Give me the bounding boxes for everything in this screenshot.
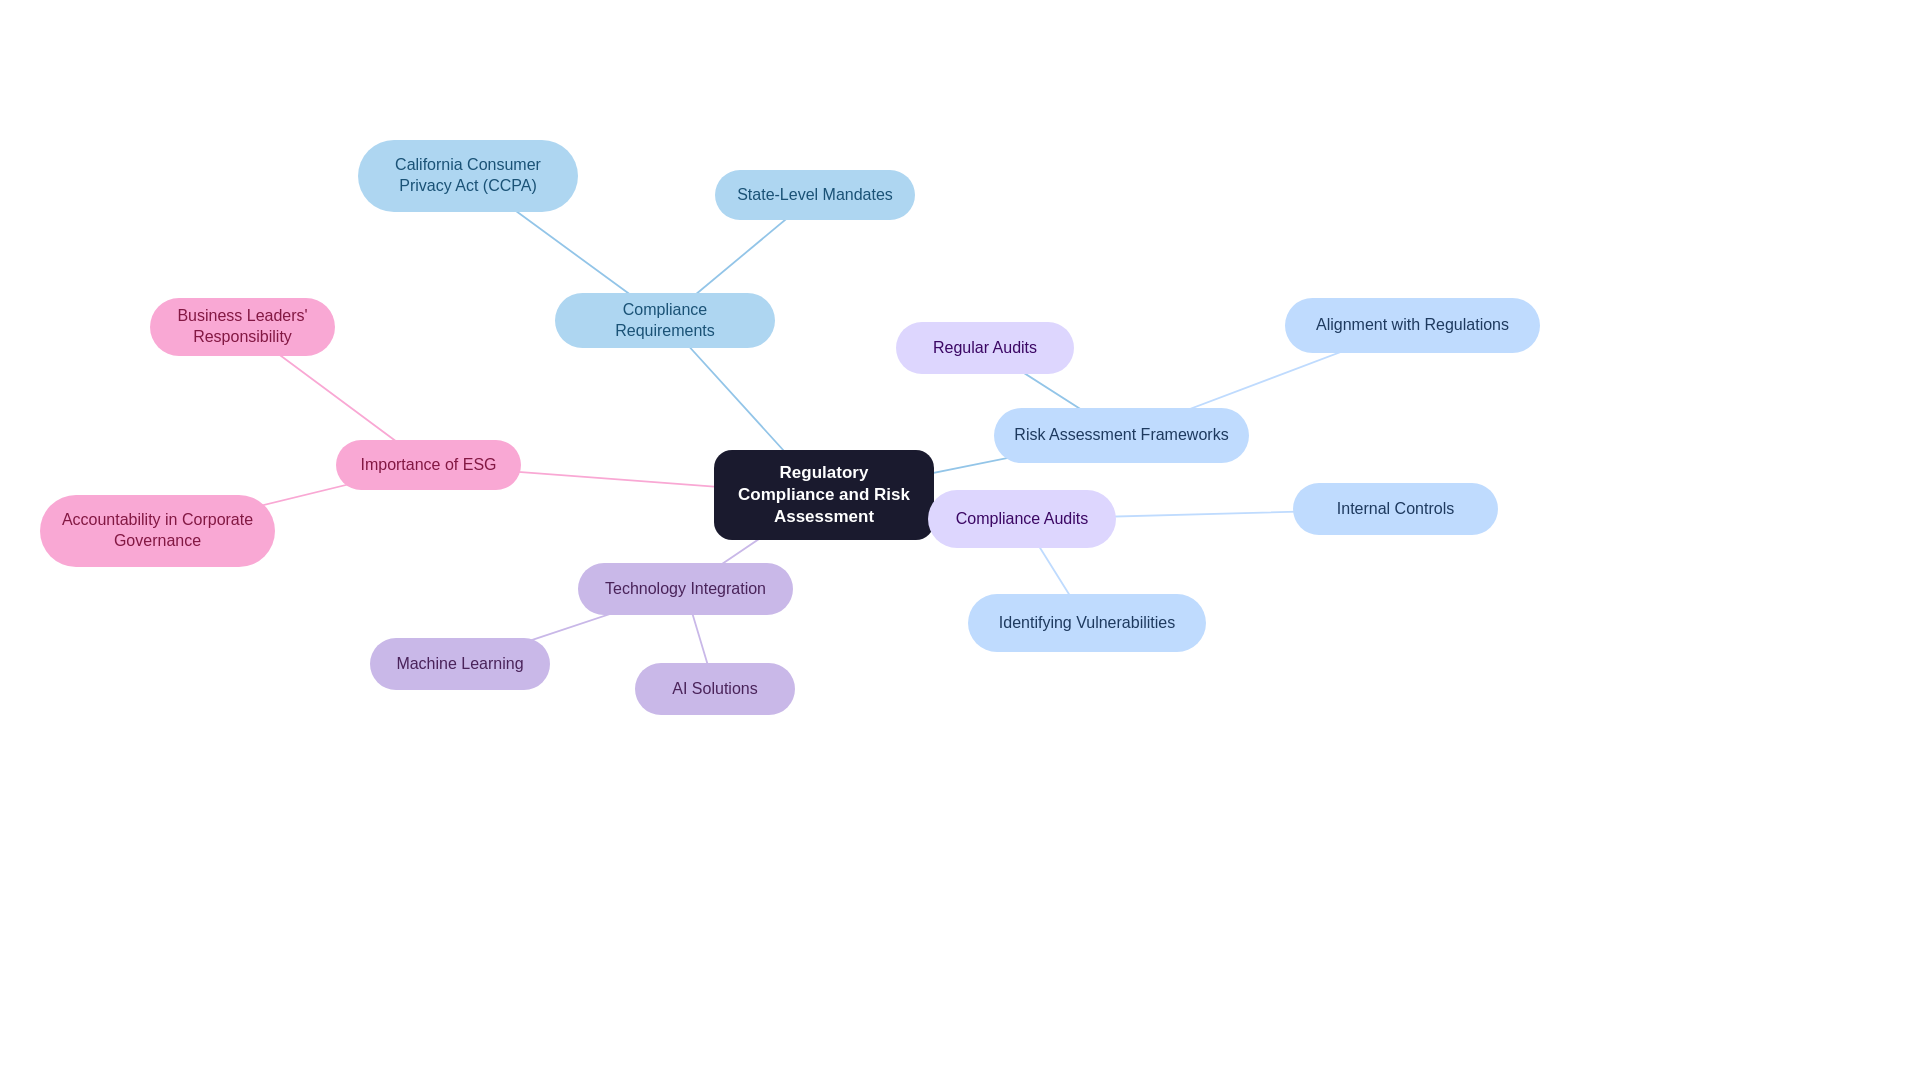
ai-solutions-label: AI Solutions (672, 679, 757, 700)
risk-assessment-node: Risk Assessment Frameworks (994, 408, 1249, 463)
center-label: Regulatory Compliance and Risk Assessmen… (734, 462, 914, 528)
ccpa-node: California Consumer Privacy Act (CCPA) (358, 140, 578, 212)
compliance-audits-node: Compliance Audits (928, 490, 1116, 548)
ccpa-label: California Consumer Privacy Act (CCPA) (378, 155, 558, 197)
regular-audits-label: Regular Audits (933, 338, 1037, 359)
identifying-vulnerabilities-label: Identifying Vulnerabilities (999, 613, 1175, 634)
business-leaders-label: Business Leaders' Responsibility (170, 306, 315, 348)
internal-controls-label: Internal Controls (1337, 499, 1454, 520)
accountability-node: Accountability in Corporate Governance (40, 495, 275, 567)
compliance-requirements-label: Compliance Requirements (575, 300, 755, 342)
technology-integration-label: Technology Integration (605, 579, 766, 600)
compliance-audits-label: Compliance Audits (956, 509, 1089, 530)
machine-learning-node: Machine Learning (370, 638, 550, 690)
importance-esg-label: Importance of ESG (360, 455, 496, 476)
importance-esg-node: Importance of ESG (336, 440, 521, 490)
accountability-label: Accountability in Corporate Governance (60, 510, 255, 552)
risk-assessment-label: Risk Assessment Frameworks (1014, 425, 1228, 446)
internal-controls-node: Internal Controls (1293, 483, 1498, 535)
state-level-mandates-node: State-Level Mandates (715, 170, 915, 220)
state-level-label: State-Level Mandates (737, 185, 893, 206)
regular-audits-node: Regular Audits (896, 322, 1074, 374)
technology-integration-node: Technology Integration (578, 563, 793, 615)
identifying-vulnerabilities-node: Identifying Vulnerabilities (968, 594, 1206, 652)
ai-solutions-node: AI Solutions (635, 663, 795, 715)
alignment-label: Alignment with Regulations (1316, 315, 1509, 336)
center-node: Regulatory Compliance and Risk Assessmen… (714, 450, 934, 540)
business-leaders-node: Business Leaders' Responsibility (150, 298, 335, 356)
alignment-node: Alignment with Regulations (1285, 298, 1540, 353)
machine-learning-label: Machine Learning (396, 654, 523, 675)
compliance-requirements-node: Compliance Requirements (555, 293, 775, 348)
